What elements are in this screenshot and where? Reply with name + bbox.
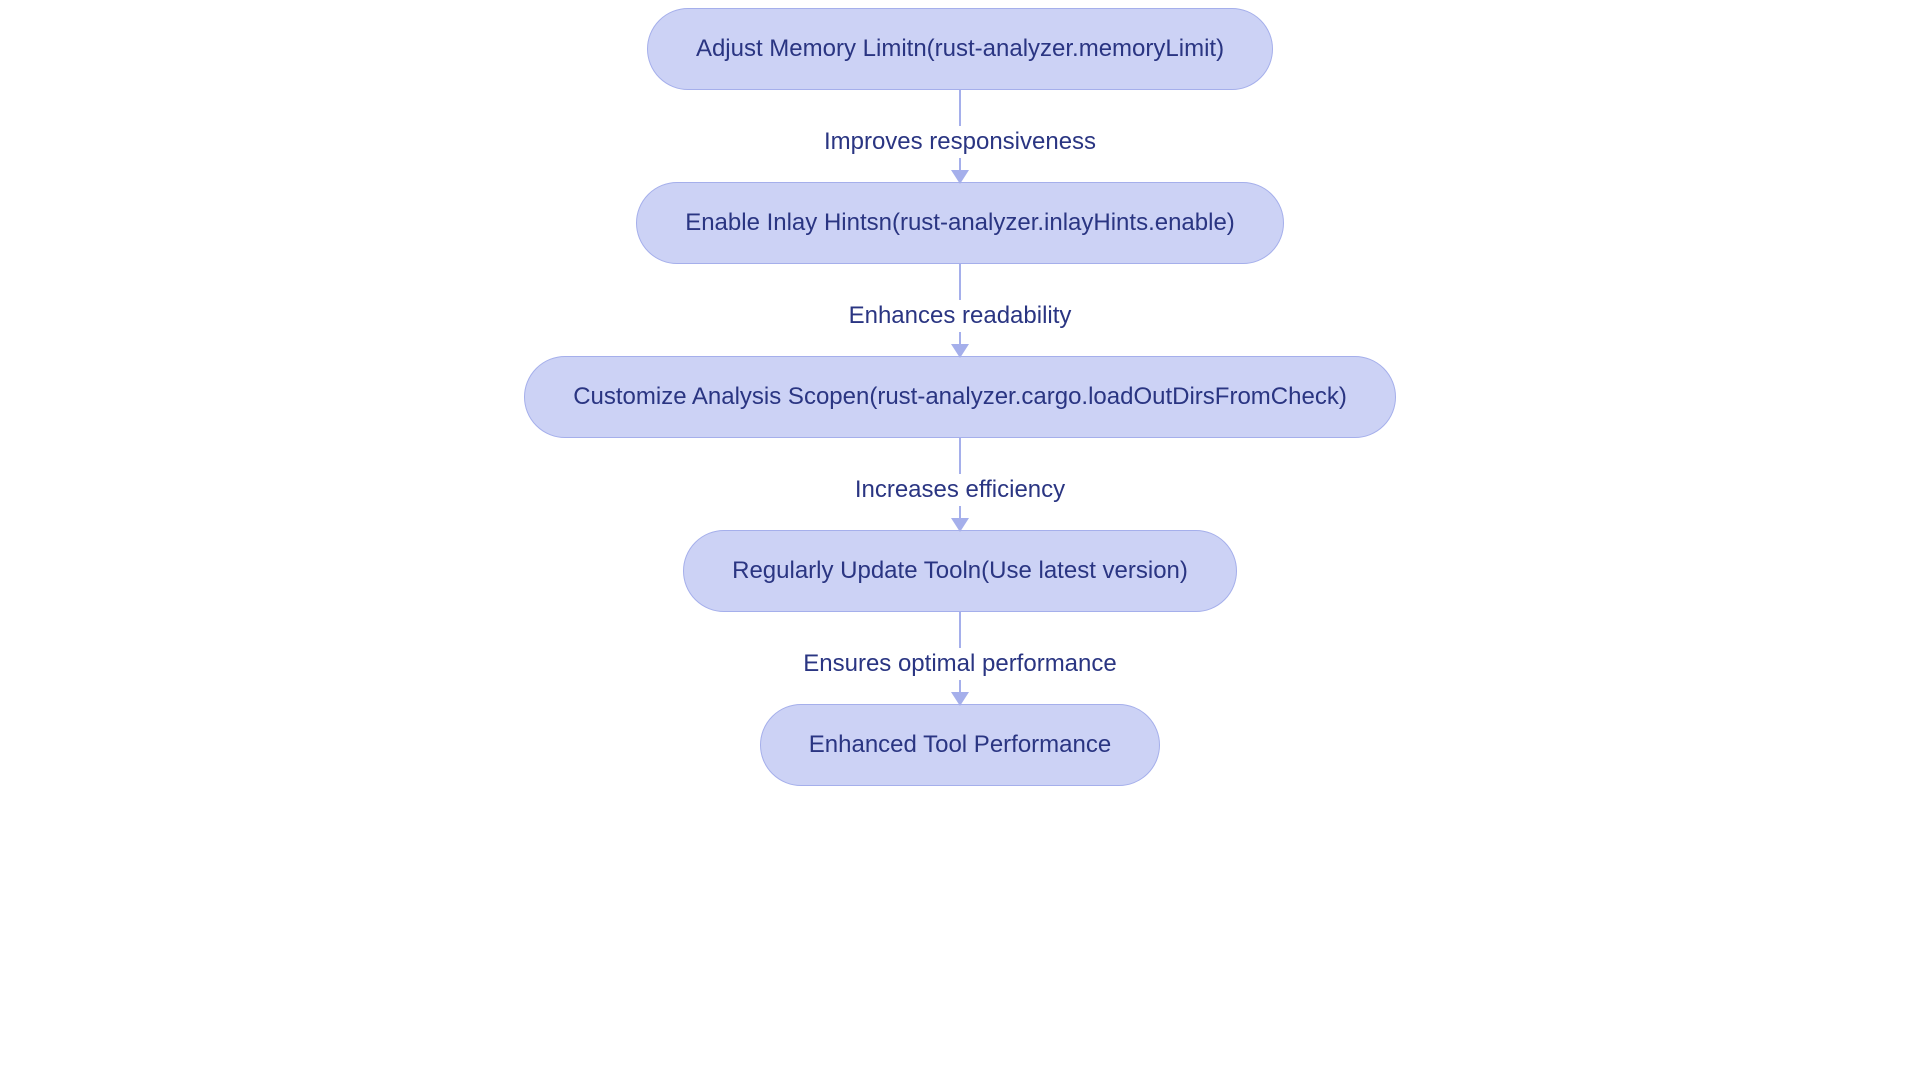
node-label: Enhanced Tool Performance bbox=[809, 731, 1111, 758]
edge-label: Enhances readability bbox=[849, 300, 1072, 332]
node-customize-analysis-scope: Customize Analysis Scopen(rust-analyzer.… bbox=[524, 356, 1396, 438]
edge-line bbox=[959, 264, 961, 300]
edge-label: Increases efficiency bbox=[855, 474, 1065, 506]
node-label: Regularly Update Tooln(Use latest versio… bbox=[732, 557, 1188, 584]
arrowhead-icon bbox=[951, 692, 969, 706]
edge-ensures-optimal-performance: Ensures optimal performance bbox=[803, 612, 1116, 704]
arrowhead-icon bbox=[951, 344, 969, 358]
node-label: Adjust Memory Limitn(rust-analyzer.memor… bbox=[696, 35, 1224, 62]
node-label: Customize Analysis Scopen(rust-analyzer.… bbox=[573, 383, 1347, 410]
edge-line bbox=[959, 90, 961, 126]
node-enhanced-tool-performance: Enhanced Tool Performance bbox=[760, 704, 1160, 786]
edge-increases-efficiency: Increases efficiency bbox=[855, 438, 1065, 530]
edge-line bbox=[959, 158, 961, 182]
edge-line bbox=[959, 680, 961, 704]
edge-line bbox=[959, 332, 961, 356]
edge-improves-responsiveness: Improves responsiveness bbox=[824, 90, 1096, 182]
arrowhead-icon bbox=[951, 518, 969, 532]
node-adjust-memory: Adjust Memory Limitn(rust-analyzer.memor… bbox=[647, 8, 1273, 90]
node-enable-inlay-hints: Enable Inlay Hintsn(rust-analyzer.inlayH… bbox=[636, 182, 1284, 264]
arrowhead-icon bbox=[951, 170, 969, 184]
edge-label: Improves responsiveness bbox=[824, 126, 1096, 158]
edge-enhances-readability: Enhances readability bbox=[849, 264, 1072, 356]
node-regularly-update-tool: Regularly Update Tooln(Use latest versio… bbox=[683, 530, 1237, 612]
edge-line bbox=[959, 506, 961, 530]
flowchart: Adjust Memory Limitn(rust-analyzer.memor… bbox=[410, 8, 1510, 786]
edge-line bbox=[959, 438, 961, 474]
edge-label: Ensures optimal performance bbox=[803, 648, 1116, 680]
node-label: Enable Inlay Hintsn(rust-analyzer.inlayH… bbox=[685, 209, 1235, 236]
edge-line bbox=[959, 612, 961, 648]
